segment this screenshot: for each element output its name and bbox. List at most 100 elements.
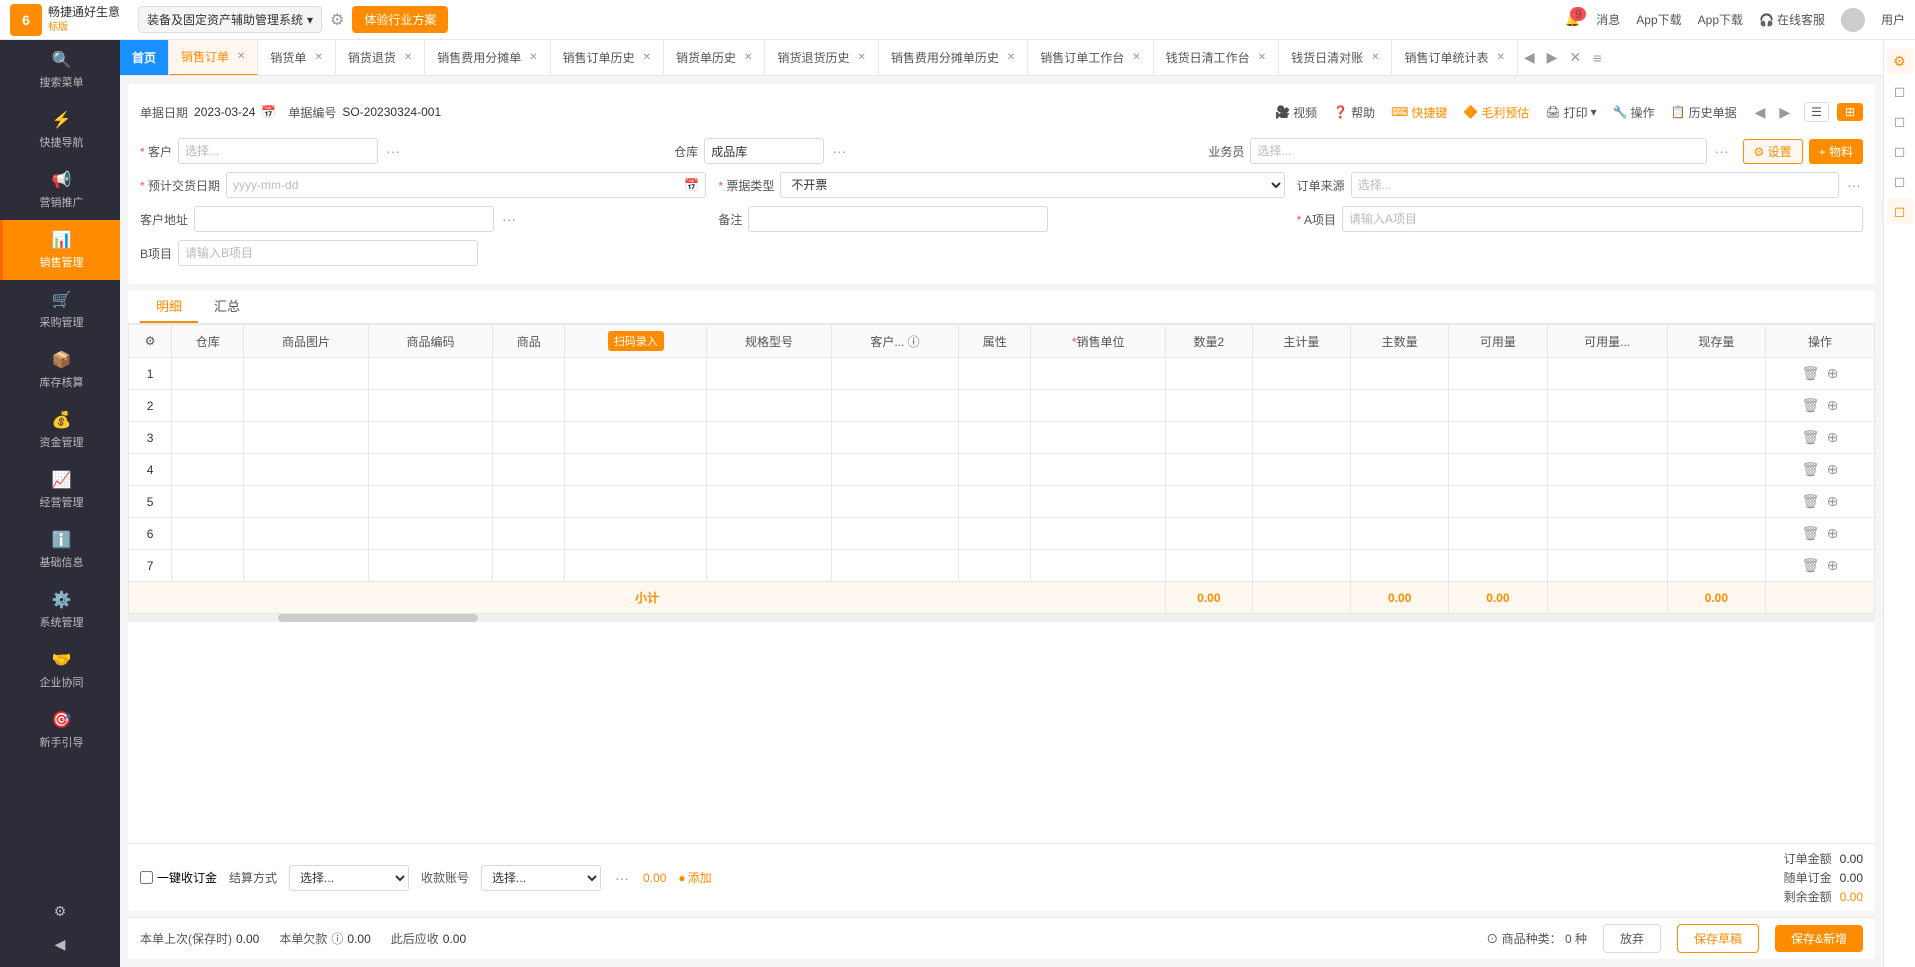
- row-3-image[interactable]: [244, 422, 369, 454]
- row-5-qty2[interactable]: [1166, 486, 1253, 518]
- row-6-customer-code[interactable]: [831, 518, 958, 550]
- invoice-type-select[interactable]: 不开票 增值税专用发票 增值税普通发票: [780, 172, 1284, 198]
- customer-more-btn[interactable]: ···: [384, 141, 402, 161]
- row-6-current[interactable]: [1667, 518, 1765, 550]
- row-3-main-qty[interactable]: [1350, 422, 1448, 454]
- row-3-product[interactable]: [493, 422, 565, 454]
- row-7-avail2[interactable]: [1547, 550, 1667, 582]
- table-scroll[interactable]: ⚙ 仓库 商品图片 商品编码 商品 扫码录入 规格型号 客户... ⓘ 属性 *…: [128, 324, 1875, 843]
- right-sidebar-settings-btn[interactable]: ⚙: [1887, 48, 1913, 74]
- row-4-warehouse[interactable]: [172, 454, 244, 486]
- collection-more-btn[interactable]: ···: [613, 868, 631, 888]
- tab-close-sales-return[interactable]: ✕: [404, 52, 412, 63]
- tab-close-sales-expense[interactable]: ✕: [529, 52, 537, 63]
- row-4-current[interactable]: [1667, 454, 1765, 486]
- right-sidebar-btn-1[interactable]: ◻: [1887, 78, 1913, 104]
- right-sidebar-btn-3[interactable]: ◻: [1887, 138, 1913, 164]
- row-7-qty2[interactable]: [1166, 550, 1253, 582]
- th-attribute[interactable]: 属性: [959, 325, 1031, 358]
- right-sidebar-btn-2[interactable]: ◻: [1887, 108, 1913, 134]
- row-2-main-unit[interactable]: [1252, 390, 1350, 422]
- tab-close-daily-workbench[interactable]: ✕: [1258, 52, 1266, 63]
- grid-view-btn[interactable]: ⊞: [1837, 103, 1863, 121]
- tab-close-sales-stats[interactable]: ✕: [1497, 52, 1505, 63]
- row-5-attr[interactable]: [959, 486, 1031, 518]
- th-warehouse[interactable]: 仓库: [172, 325, 244, 358]
- shortcut-btn[interactable]: ⌨ 快捷键: [1387, 102, 1451, 123]
- row-4-main-unit[interactable]: [1252, 454, 1350, 486]
- th-available[interactable]: 可用量: [1449, 325, 1547, 358]
- row-1-product[interactable]: [493, 358, 565, 390]
- tab-return-history[interactable]: 销货退货历史 ✕: [765, 40, 878, 76]
- row-6-warehouse[interactable]: [172, 518, 244, 550]
- invoice-type-dropdown[interactable]: 不开票 增值税专用发票 增值税普通发票: [781, 173, 1283, 197]
- th-customer-code[interactable]: 客户... ⓘ: [831, 325, 958, 358]
- row-7-main-unit[interactable]: [1252, 550, 1350, 582]
- delete-row-6-btn[interactable]: 🗑: [1800, 523, 1822, 543]
- row-5-main-qty[interactable]: [1350, 486, 1448, 518]
- tab-close-all-btn[interactable]: ✕: [1563, 40, 1587, 76]
- row-7-warehouse[interactable]: [172, 550, 244, 582]
- copy-row-2-btn[interactable]: ⊕: [1825, 395, 1841, 415]
- sidebar-item-basic-info[interactable]: ℹ️ 基础信息: [0, 520, 120, 580]
- scrollbar-thumb[interactable]: [278, 614, 478, 622]
- th-qty2[interactable]: 数量2: [1166, 325, 1253, 358]
- row-3-code[interactable]: [368, 422, 493, 454]
- row-4-spec[interactable]: [707, 454, 832, 486]
- gear-icon[interactable]: ⚙: [330, 10, 344, 30]
- tab-close-expense-history[interactable]: ✕: [1007, 52, 1015, 63]
- row-1-attr[interactable]: [959, 358, 1031, 390]
- calendar-icon[interactable]: 📅: [261, 105, 276, 119]
- row-2-avail[interactable]: [1449, 390, 1547, 422]
- row-4-attr[interactable]: [959, 454, 1031, 486]
- app-download-link[interactable]: App下载: [1636, 11, 1681, 28]
- tab-expense-history[interactable]: 销售费用分摊单历史 ✕: [879, 40, 1028, 76]
- row-4-customer-code[interactable]: [831, 454, 958, 486]
- auto-collect-input[interactable]: [140, 871, 153, 884]
- row-1-code[interactable]: [368, 358, 493, 390]
- row-7-current[interactable]: [1667, 550, 1765, 582]
- row-1-spec[interactable]: [707, 358, 832, 390]
- collection-account-dropdown[interactable]: 选择...: [482, 866, 600, 890]
- row-6-spec[interactable]: [707, 518, 832, 550]
- row-6-main-qty[interactable]: [1350, 518, 1448, 550]
- row-7-spec[interactable]: [707, 550, 832, 582]
- row-3-avail[interactable]: [1449, 422, 1547, 454]
- customer-input[interactable]: [178, 138, 378, 164]
- scrollbar-area[interactable]: [128, 614, 1875, 622]
- notification-bell[interactable]: 🔔 9: [1565, 13, 1580, 27]
- app-download-text[interactable]: App下载: [1698, 11, 1743, 28]
- th-scan[interactable]: 扫码录入: [565, 325, 707, 358]
- row-6-attr[interactable]: [959, 518, 1031, 550]
- salesperson-input[interactable]: [1250, 138, 1706, 164]
- th-sales-unit[interactable]: *销售单位: [1031, 325, 1166, 358]
- row-7-customer-code[interactable]: [831, 550, 958, 582]
- row-1-avail2[interactable]: [1547, 358, 1667, 390]
- auto-collect-checkbox[interactable]: 一键收订金: [140, 869, 217, 886]
- profit-estimate-btn[interactable]: 🔶 毛利预估: [1459, 102, 1533, 123]
- next-record-btn[interactable]: ▶: [1773, 94, 1796, 130]
- tab-sales-stats[interactable]: 销售订单统计表 ✕: [1392, 40, 1517, 76]
- save-new-btn[interactable]: 保存&新增: [1775, 925, 1863, 952]
- copy-row-1-btn[interactable]: ⊕: [1825, 363, 1841, 383]
- row-7-product[interactable]: [493, 550, 565, 582]
- view-video-btn[interactable]: 🎥 视频: [1271, 102, 1321, 123]
- discard-btn[interactable]: 放弃: [1603, 924, 1661, 953]
- sidebar-item-inventory[interactable]: 📦 库存核算: [0, 340, 120, 400]
- right-sidebar-btn-4[interactable]: ◻: [1887, 168, 1913, 194]
- row-1-main-qty[interactable]: [1350, 358, 1448, 390]
- salesperson-more-btn[interactable]: ···: [1713, 141, 1731, 161]
- th-product-code[interactable]: 商品编码: [368, 325, 493, 358]
- row-5-avail[interactable]: [1449, 486, 1547, 518]
- row-4-code[interactable]: [368, 454, 493, 486]
- warehouse-input[interactable]: [704, 138, 824, 164]
- tab-close-order-workbench[interactable]: ✕: [1132, 52, 1140, 63]
- right-sidebar-btn-5[interactable]: ◻: [1887, 198, 1913, 224]
- tab-close-sales-order-history[interactable]: ✕: [643, 52, 651, 63]
- row-5-main-unit[interactable]: [1252, 486, 1350, 518]
- copy-row-3-btn[interactable]: ⊕: [1825, 427, 1841, 447]
- row-5-avail2[interactable]: [1547, 486, 1667, 518]
- order-source-input[interactable]: [1351, 172, 1839, 198]
- row-5-code[interactable]: [368, 486, 493, 518]
- row-6-qty2[interactable]: [1166, 518, 1253, 550]
